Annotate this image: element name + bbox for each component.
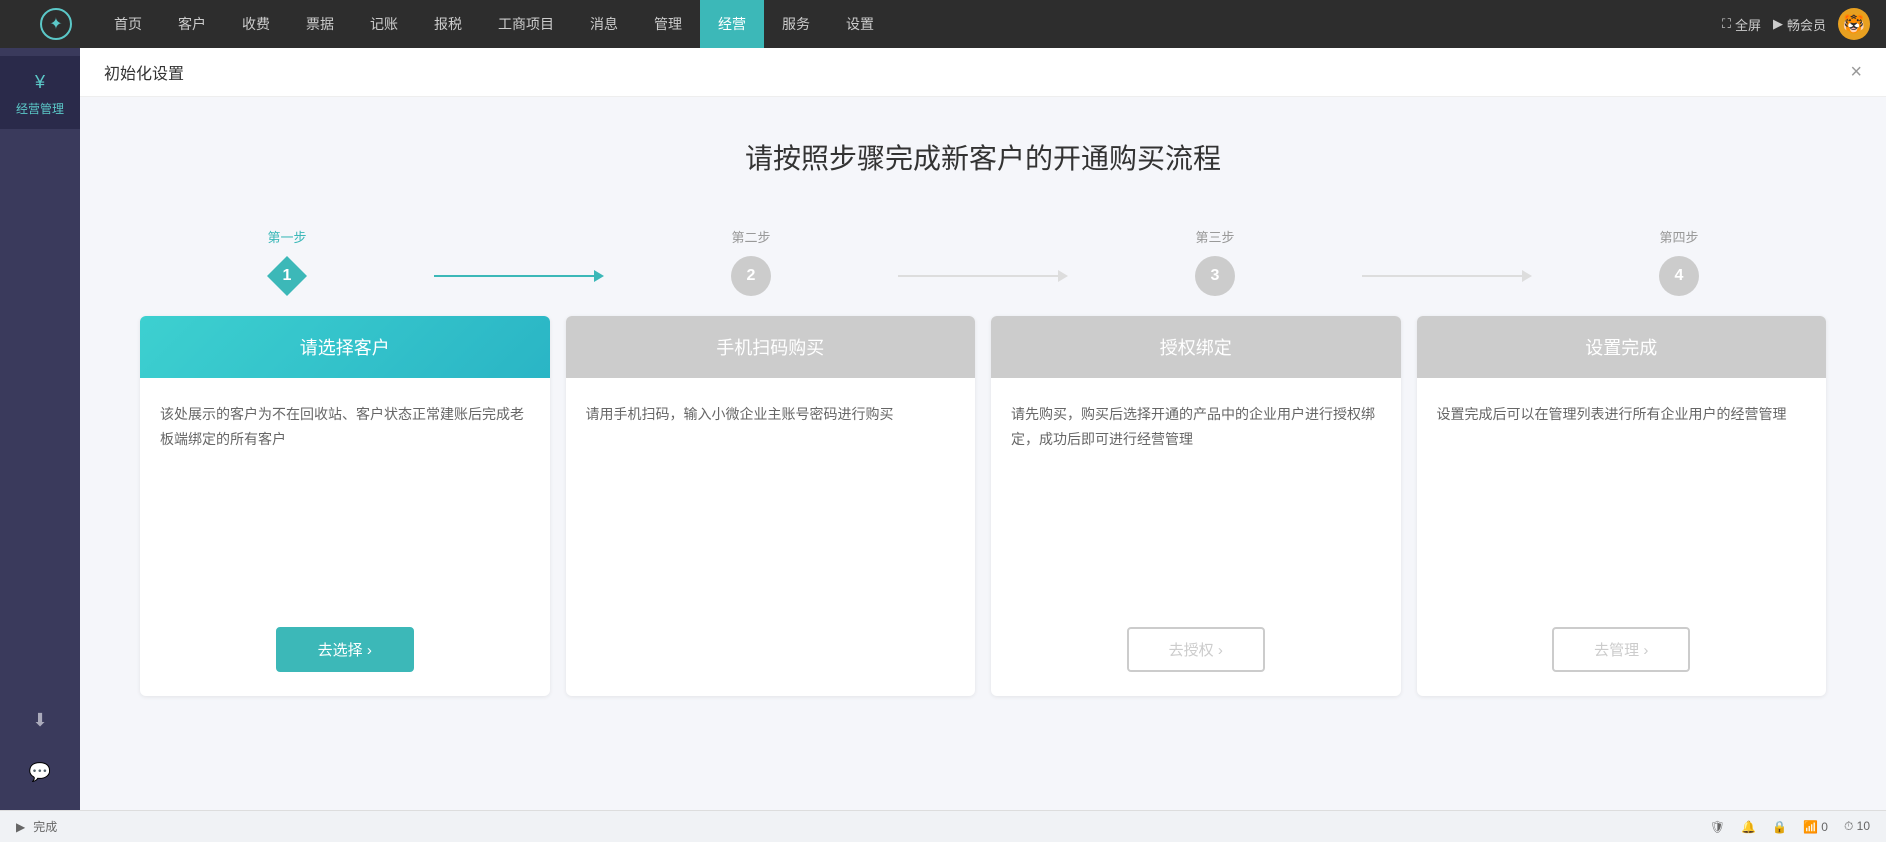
step-card-3: 授权绑定请先购买，购买后选择开通的产品中的企业用户进行授权绑定，成功后即可进行经… [991, 316, 1401, 696]
step-group-1: 第一步 1 [140, 227, 434, 296]
step-label-1: 第一步 [267, 227, 306, 246]
fullscreen-label: 全屏 [1735, 15, 1761, 34]
main-content: 初始化设置 × 请按照步骤完成新客户的开通购买流程 第一步 1 第二步 2 第三步 3 第四… [80, 48, 1886, 810]
play-btn[interactable]: ▶ [16, 820, 25, 834]
card-btn-3: 去授权 › [1127, 627, 1265, 672]
member-label: 畅会员 [1787, 15, 1826, 34]
nav-item-工商项目[interactable]: 工商项目 [480, 0, 572, 48]
sidebar-bottom: ⬇ 💬 [0, 694, 80, 810]
support-icon: 💬 [26, 758, 54, 786]
page-header: 初始化设置 × [80, 48, 1886, 97]
fullscreen-button[interactable]: ⛶ 全屏 [1722, 15, 1761, 34]
wizard-title: 请按照步骤完成新客户的开通购买流程 [745, 137, 1221, 177]
card-body-3: 请先购买，购买后选择开通的产品中的企业用户进行授权绑定，成功后即可进行经营管理 [991, 378, 1401, 627]
lock-icon[interactable]: 🔒 [1772, 820, 1787, 834]
shield-icon[interactable]: 🛡 [1710, 820, 1725, 834]
status-bar-right: 🛡 🔔 🔒 📶 0 ⏱ 10 [1710, 819, 1870, 834]
jingying-icon: ¥ [26, 68, 54, 96]
nav-item-首页[interactable]: 首页 [96, 0, 160, 48]
user-avatar[interactable]: 🐯 [1838, 8, 1870, 40]
nav-item-票据[interactable]: 票据 [288, 0, 352, 48]
card-header-4: 设置完成 [1417, 316, 1827, 378]
step-connector-1 [434, 242, 604, 282]
step-connector-3 [1362, 242, 1532, 282]
main-layout: ¥ 经营管理 ⬇ 💬 初始化设置 × 请按照步骤完成新客户的开通购买流程 第一步… [0, 48, 1886, 810]
nav-item-报税[interactable]: 报税 [416, 0, 480, 48]
step-connector-2 [898, 242, 1068, 282]
time-status: ⏱ 10 [1844, 819, 1870, 834]
nav-item-消息[interactable]: 消息 [572, 0, 636, 48]
page-title: 初始化设置 [104, 60, 184, 84]
card-body-2: 请用手机扫码，输入小微企业主账号密码进行购买 [566, 378, 976, 696]
step-card-1: 请选择客户该处展示的客户为不在回收站、客户状态正常建账后完成老板端绑定的所有客户… [140, 316, 550, 696]
download-icon: ⬇ [26, 706, 54, 734]
step-group-2: 第二步 2 [604, 227, 898, 296]
card-header-1: 请选择客户 [140, 316, 550, 378]
cards-row: 请选择客户该处展示的客户为不在回收站、客户状态正常建账后完成老板端绑定的所有客户… [140, 316, 1826, 696]
fullscreen-icon: ⛶ [1722, 16, 1731, 32]
step-label-4: 第四步 [1659, 227, 1698, 246]
member-button[interactable]: ▶ 畅会员 [1773, 15, 1826, 34]
card-btn-1[interactable]: 去选择 › [276, 627, 414, 672]
step-card-2: 手机扫码购买请用手机扫码，输入小微企业主账号密码进行购买 [566, 316, 976, 696]
step-label-3: 第三步 [1195, 227, 1234, 246]
top-nav: ✦ 首页客户收费票据记账报税工商项目消息管理经营服务设置 ⛶ 全屏 ▶ 畅会员 … [0, 0, 1886, 48]
nav-item-管理[interactable]: 管理 [636, 0, 700, 48]
sidebar-item-support[interactable]: 💬 [0, 746, 80, 798]
nav-item-经营[interactable]: 经营 [700, 0, 764, 48]
sidebar-item-download[interactable]: ⬇ [0, 694, 80, 746]
steps-row: 第一步 1 第二步 2 第三步 3 第四步 4 [140, 227, 1826, 296]
nav-item-服务[interactable]: 服务 [764, 0, 828, 48]
bell-icon[interactable]: 🔔 [1741, 820, 1756, 834]
status-bar: ▶ 完成 🛡 🔔 🔒 📶 0 ⏱ 10 [0, 810, 1886, 842]
card-footer-1: 去选择 › [140, 627, 550, 696]
nav-right: ⛶ 全屏 ▶ 畅会员 🐯 [1722, 8, 1870, 40]
close-button[interactable]: × [1850, 62, 1862, 82]
step-circle-3: 3 [1195, 256, 1235, 296]
card-footer-3: 去授权 › [991, 627, 1401, 696]
step-card-4: 设置完成设置完成后可以在管理列表进行所有企业用户的经营管理去管理 › [1417, 316, 1827, 696]
step-circle-2: 2 [731, 256, 771, 296]
nav-item-收费[interactable]: 收费 [224, 0, 288, 48]
card-header-3: 授权绑定 [991, 316, 1401, 378]
sidebar-item-jingying[interactable]: ¥ 经营管理 [0, 56, 80, 129]
card-body-4: 设置完成后可以在管理列表进行所有企业用户的经营管理 [1417, 378, 1827, 627]
nav-item-记账[interactable]: 记账 [352, 0, 416, 48]
network-status: 📶 0 [1803, 820, 1828, 834]
nav-item-设置[interactable]: 设置 [828, 0, 892, 48]
step-circle-4: 4 [1659, 256, 1699, 296]
logo: ✦ [16, 8, 96, 40]
status-text: 完成 [33, 818, 57, 835]
step-group-3: 第三步 3 [1068, 227, 1362, 296]
card-footer-4: 去管理 › [1417, 627, 1827, 696]
card-header-2: 手机扫码购买 [566, 316, 976, 378]
logo-icon: ✦ [40, 8, 72, 40]
step-label-2: 第二步 [731, 227, 770, 246]
sidebar-item-label: 经营管理 [16, 100, 64, 117]
step-group-4: 第四步 4 [1532, 227, 1826, 296]
nav-items: 首页客户收费票据记账报税工商项目消息管理经营服务设置 [96, 0, 1722, 48]
card-btn-4: 去管理 › [1552, 627, 1690, 672]
step-circle-1: 1 [267, 256, 307, 296]
play-icon: ▶ [1773, 16, 1783, 32]
card-body-1: 该处展示的客户为不在回收站、客户状态正常建账后完成老板端绑定的所有客户 [140, 378, 550, 627]
sidebar: ¥ 经营管理 ⬇ 💬 [0, 48, 80, 810]
nav-item-客户[interactable]: 客户 [160, 0, 224, 48]
wizard-area: 请按照步骤完成新客户的开通购买流程 第一步 1 第二步 2 第三步 3 第四步 4 请选择客户… [80, 97, 1886, 810]
